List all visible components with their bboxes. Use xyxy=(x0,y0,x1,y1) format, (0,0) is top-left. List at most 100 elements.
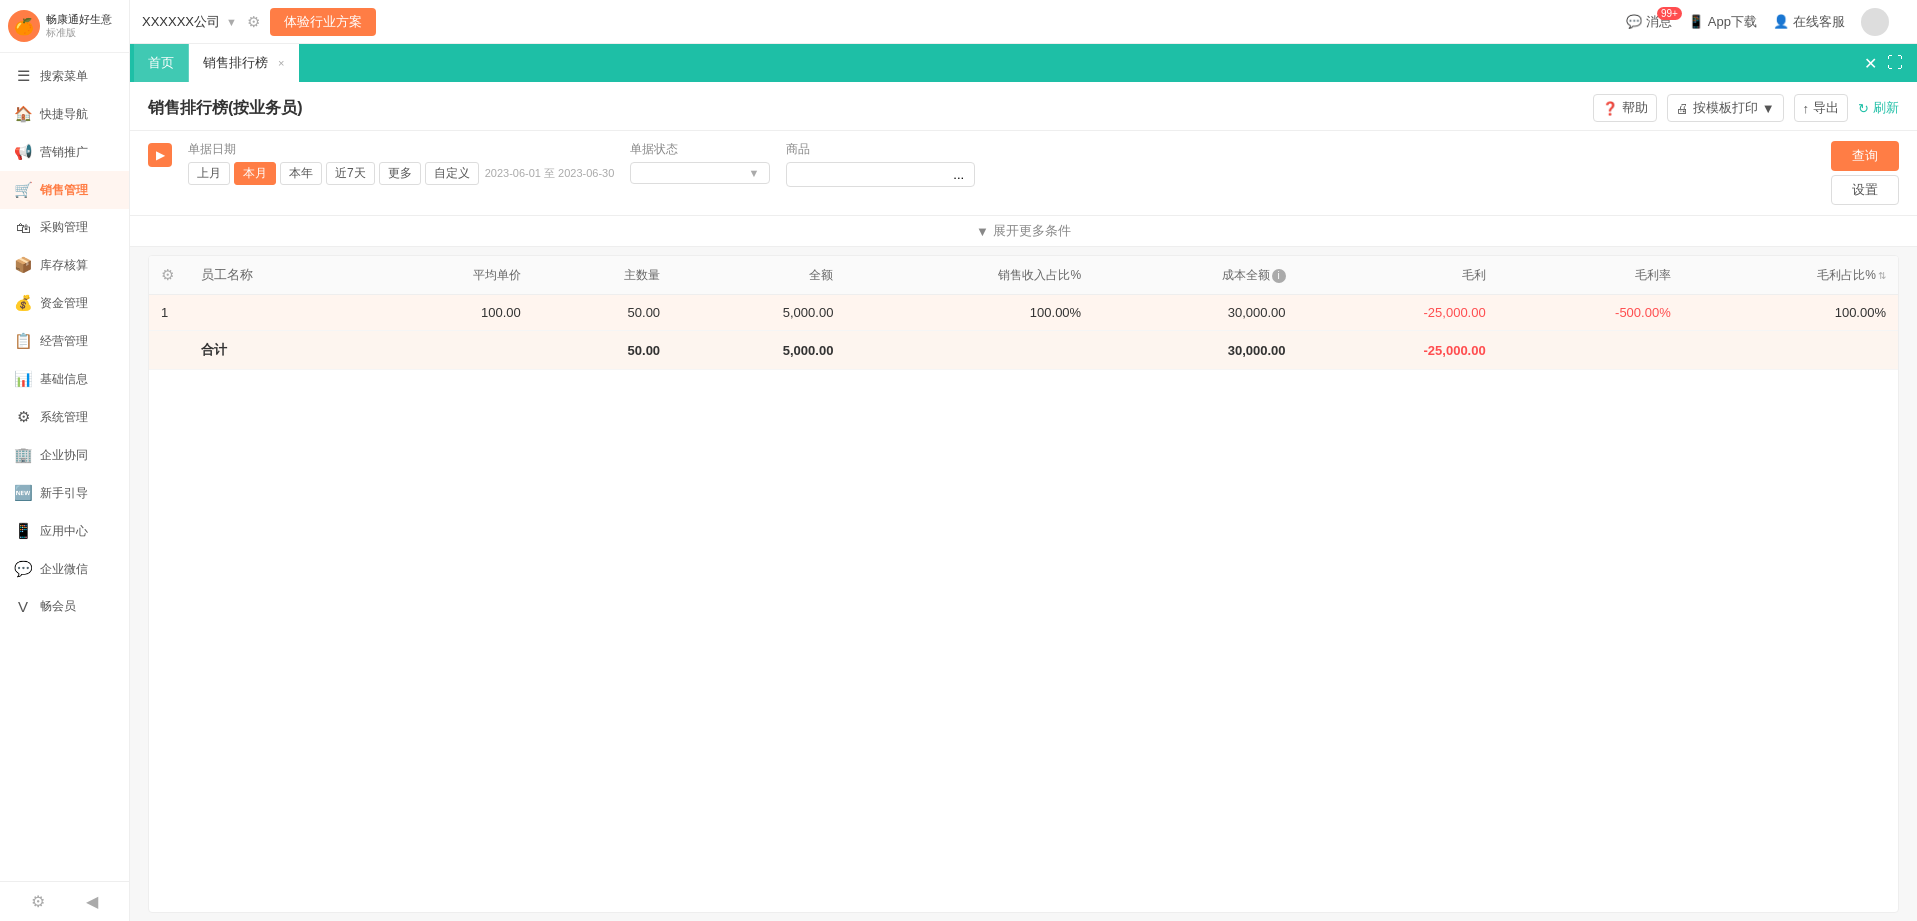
guide-icon: 🆕 xyxy=(14,484,32,502)
date-btn-this-year[interactable]: 本年 xyxy=(280,162,322,185)
page-header-actions: ❓ 帮助 🖨 按模板打印 ▼ ↑ 导出 ↻ 刷新 xyxy=(1593,94,1899,122)
sidebar-footer: ⚙ ◀ xyxy=(0,881,129,921)
col-name-label: 员工名称 xyxy=(201,267,253,282)
goods-input-more[interactable]: ... xyxy=(953,167,964,182)
expand-more-conditions[interactable]: ▼ 展开更多条件 xyxy=(130,216,1917,247)
profit-pct-sort-icon[interactable]: ⇅ xyxy=(1878,270,1886,281)
goods-input-group: ... xyxy=(786,162,975,187)
col-name: 员工名称 xyxy=(189,256,366,295)
company-selector[interactable]: XXXXXX公司 ▼ xyxy=(142,13,237,31)
settings-gear-icon[interactable]: ⚙ xyxy=(247,13,260,31)
topbar-right: 💬 消息 99+ 📱 App下载 👤 在线客服 xyxy=(1626,8,1905,36)
message-btn[interactable]: 💬 消息 99+ xyxy=(1626,13,1672,31)
appstore-icon: 📱 xyxy=(14,522,32,540)
goods-filter-group: 商品 ... xyxy=(786,141,975,187)
date-btn-custom[interactable]: 自定义 xyxy=(425,162,479,185)
online-service-btn[interactable]: 👤 在线客服 xyxy=(1773,13,1845,31)
sidebar-item-marketing[interactable]: 📢 营销推广 xyxy=(0,133,129,171)
sidebar-item-wechat[interactable]: 💬 企业微信 xyxy=(0,550,129,588)
sidebar-item-label-finance: 资金管理 xyxy=(40,295,88,312)
sidebar-item-basic[interactable]: 📊 基础信息 xyxy=(0,360,129,398)
sidebar-item-label-appstore: 应用中心 xyxy=(40,523,88,540)
operation-icon: 📋 xyxy=(14,332,32,350)
sidebar-item-operation[interactable]: 📋 经营管理 xyxy=(0,322,129,360)
sidebar-item-label-inventory: 库存核算 xyxy=(40,257,88,274)
sidebar-collapse-icon[interactable]: ◀ xyxy=(86,892,98,911)
footer-cost: 30,000.00 xyxy=(1093,331,1297,370)
col-profit: 毛利 xyxy=(1298,256,1498,295)
tab-sales-ranking[interactable]: 销售排行榜 × xyxy=(189,44,299,82)
date-btn-last-month[interactable]: 上月 xyxy=(188,162,230,185)
col-avg-price: 平均单价 xyxy=(366,256,533,295)
goods-filter-label: 商品 xyxy=(786,141,975,158)
query-btn[interactable]: 查询 xyxy=(1831,141,1899,171)
export-icon: ↑ xyxy=(1803,101,1810,116)
service-label: 在线客服 xyxy=(1793,13,1845,31)
status-filter-group: 单据状态 ▼ xyxy=(630,141,770,184)
tab-action-close-icon[interactable]: ✕ xyxy=(1864,54,1877,73)
sidebar-item-label-shortcut: 快捷导航 xyxy=(40,106,88,123)
sidebar-item-enterprise[interactable]: 🏢 企业协同 xyxy=(0,436,129,474)
table-col-settings-icon[interactable]: ⚙ xyxy=(161,266,174,283)
sidebar-item-system[interactable]: ⚙ 系统管理 xyxy=(0,398,129,436)
trial-btn[interactable]: 体验行业方案 xyxy=(270,8,376,36)
table-area: ⚙ 员工名称 平均单价 主数量 全额 销售收入占比% 成本全额i xyxy=(148,255,1899,913)
sidebar-item-search[interactable]: ☰ 搜索菜单 xyxy=(0,57,129,95)
date-btn-more[interactable]: 更多 xyxy=(379,162,421,185)
date-filter-group: 单据日期 上月 本月 本年 近7天 更多 自定义 2023-06-01 至 20… xyxy=(188,141,614,185)
cell-profit-pct: 100.00% xyxy=(1683,295,1898,331)
sidebar-item-inventory[interactable]: 📦 库存核算 xyxy=(0,246,129,284)
filter-expand-btn[interactable]: ▶ xyxy=(148,143,172,167)
cell-rank: 1 xyxy=(149,295,189,331)
help-icon: ❓ xyxy=(1602,101,1618,116)
sidebar-item-sales[interactable]: 🛒 销售管理 xyxy=(0,171,129,209)
status-filter-label: 单据状态 xyxy=(630,141,770,158)
topbar: XXXXXX公司 ▼ ⚙ 体验行业方案 💬 消息 99+ 📱 App下载 👤 在… xyxy=(130,0,1917,44)
sidebar: 🍊 畅康通好生意 标准版 ☰ 搜索菜单 🏠 快捷导航 📢 营销推广 🛒 销售管理… xyxy=(0,0,130,921)
page-title: 销售排行榜(按业务员) xyxy=(148,98,303,119)
app-name: 畅康通好生意 xyxy=(46,12,112,26)
tab-close-icon[interactable]: × xyxy=(278,57,284,69)
app-icon: 📱 xyxy=(1688,14,1704,29)
sidebar-settings-icon[interactable]: ⚙ xyxy=(31,892,45,911)
cell-cost: 30,000.00 xyxy=(1093,295,1297,331)
user-avatar[interactable] xyxy=(1861,8,1889,36)
sidebar-item-member[interactable]: V 畅会员 xyxy=(0,588,129,625)
col-settings: ⚙ xyxy=(149,256,189,295)
expand-more-icon: ▼ xyxy=(976,224,989,239)
sidebar-item-finance[interactable]: 💰 资金管理 xyxy=(0,284,129,322)
sidebar-item-label-search: 搜索菜单 xyxy=(40,68,88,85)
cell-name xyxy=(189,295,366,331)
app-label: App下载 xyxy=(1708,13,1757,31)
tab-action-expand-icon[interactable]: ⛶ xyxy=(1887,54,1903,73)
cost-info-icon[interactable]: i xyxy=(1272,269,1286,283)
sidebar-item-guide[interactable]: 🆕 新手引导 xyxy=(0,474,129,512)
export-btn[interactable]: ↑ 导出 xyxy=(1794,94,1849,122)
main-area: XXXXXX公司 ▼ ⚙ 体验行业方案 💬 消息 99+ 📱 App下载 👤 在… xyxy=(130,0,1917,921)
tab-home[interactable]: 首页 xyxy=(134,44,189,82)
sidebar-item-appstore[interactable]: 📱 应用中心 xyxy=(0,512,129,550)
app-sub: 标准版 xyxy=(46,26,112,40)
sidebar-item-label-sales: 销售管理 xyxy=(40,182,88,199)
app-download-btn[interactable]: 📱 App下载 xyxy=(1688,13,1757,31)
footer-sales-pct xyxy=(845,331,1093,370)
table-wrapper: ⚙ 员工名称 平均单价 主数量 全额 销售收入占比% 成本全额i xyxy=(149,256,1898,912)
filter-bar: ▶ 单据日期 上月 本月 本年 近7天 更多 自定义 2023-06-01 至 … xyxy=(130,131,1917,216)
expand-more-label: 展开更多条件 xyxy=(993,222,1071,240)
status-select-arrow: ▼ xyxy=(748,167,759,179)
settings-btn[interactable]: 设置 xyxy=(1831,175,1899,205)
print-btn[interactable]: 🖨 按模板打印 ▼ xyxy=(1667,94,1784,122)
date-range-display: 2023-06-01 至 2023-06-30 xyxy=(485,166,615,181)
goods-input[interactable] xyxy=(797,168,947,182)
search-icon: ☰ xyxy=(14,67,32,85)
date-btn-7days[interactable]: 近7天 xyxy=(326,162,375,185)
sidebar-item-shortcut[interactable]: 🏠 快捷导航 xyxy=(0,95,129,133)
sidebar-item-purchase[interactable]: 🛍 采购管理 xyxy=(0,209,129,246)
status-select[interactable]: ▼ xyxy=(630,162,770,184)
col-cost: 成本全额i xyxy=(1093,256,1297,295)
footer-profit: -25,000.00 xyxy=(1298,331,1498,370)
help-btn[interactable]: ❓ 帮助 xyxy=(1593,94,1657,122)
date-btn-this-month[interactable]: 本月 xyxy=(234,162,276,185)
service-icon: 👤 xyxy=(1773,14,1789,29)
refresh-btn[interactable]: ↻ 刷新 xyxy=(1858,99,1899,117)
